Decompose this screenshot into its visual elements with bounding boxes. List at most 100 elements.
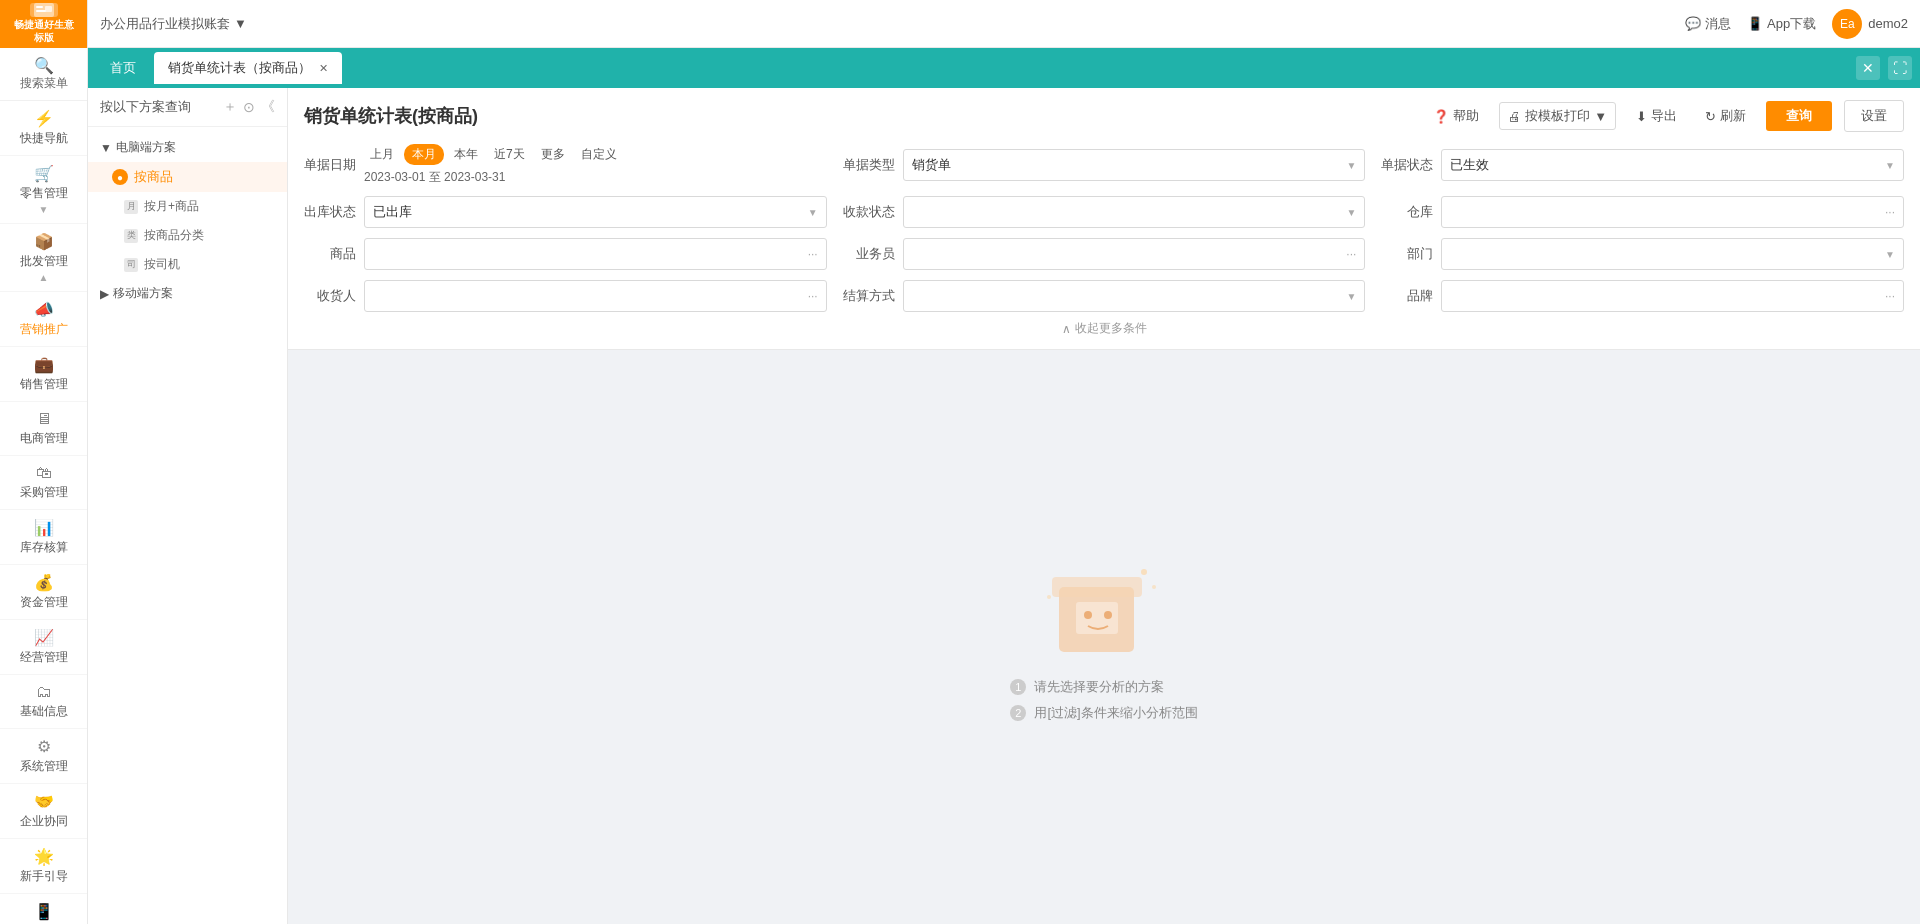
scheme-item-by-goods[interactable]: ● 按商品 (88, 162, 287, 192)
scheme-section: ▼ 电脑端方案 ● 按商品 月 按月+商品 类 按商品分类 司 按司机 (88, 127, 287, 314)
search-label: 搜索菜单 (6, 75, 81, 92)
brand-input[interactable]: ··· (1441, 280, 1904, 312)
outstatus-label: 出库状态 (304, 203, 356, 221)
panel-header-actions: ＋ ⊙ 《 (223, 98, 275, 116)
help-label: 帮助 (1453, 107, 1479, 125)
payment-label: 收款状态 (843, 203, 895, 221)
nav-appcenter[interactable]: 📱 应用中心 (0, 894, 87, 924)
tab-sales-stats[interactable]: 销货单统计表（按商品） ✕ (154, 52, 342, 84)
finance-icon: 💰 (34, 573, 54, 592)
docstatus-select[interactable]: 已生效 ▼ (1441, 149, 1904, 181)
filter-settlement-row: 结算方式 ▼ (843, 280, 1366, 312)
quick-nav-icon: ⚡ (34, 109, 54, 128)
date-tab-current-month[interactable]: 本月 (404, 144, 444, 165)
nav-marketing[interactable]: 📣 营销推广 (0, 292, 87, 347)
scheme-sub-driver[interactable]: 司 按司机 (88, 250, 287, 279)
nav-wholesale[interactable]: 📦 批发管理 ▲ (0, 224, 87, 292)
warehouse-label: 仓库 (1381, 203, 1433, 221)
salesperson-more[interactable]: ··· (1346, 247, 1356, 261)
nav-newbie[interactable]: 🌟 新手引导 (0, 839, 87, 894)
title-actions: ❓ 帮助 🖨 按模板打印 ▼ ⬇ 导出 ↻ (1425, 100, 1904, 132)
export-label: 导出 (1651, 107, 1677, 125)
nav-system[interactable]: ⚙ 系统管理 (0, 729, 87, 784)
brand-more[interactable]: ··· (1885, 289, 1895, 303)
data-area: 1 请先选择要分析的方案 2 用[过滤]条件来缩小分析范围 (288, 350, 1920, 924)
nav-ecommerce[interactable]: 🖥 电商管理 (0, 402, 87, 456)
goods-input[interactable]: ··· (364, 238, 827, 270)
setting-btn[interactable]: 设置 (1844, 100, 1904, 132)
export-btn[interactable]: ⬇ 导出 (1628, 103, 1685, 129)
tab-fullscreen-btn[interactable]: ⛶ (1888, 56, 1912, 80)
goods-more[interactable]: ··· (808, 247, 818, 261)
svg-rect-2 (36, 10, 46, 12)
nav-finance[interactable]: 💰 资金管理 (0, 565, 87, 620)
page-title: 销货单统计表(按商品) (304, 104, 478, 128)
group-mobile[interactable]: ▶ 移动端方案 (88, 279, 287, 308)
nav-newbie-label: 新手引导 (20, 868, 68, 885)
filter-outstatus-row: 出库状态 已出库 ▼ (304, 196, 827, 228)
date-tab-more[interactable]: 更多 (535, 144, 571, 165)
message-icon: 💬 (1685, 16, 1701, 31)
tab-close-window-btn[interactable]: ✕ (1856, 56, 1880, 80)
nav-purchase[interactable]: 🛍 采购管理 (0, 456, 87, 510)
basic-icon: 🗂 (36, 683, 52, 701)
salesperson-input[interactable]: ··· (903, 238, 1366, 270)
nav-stock[interactable]: 📊 库存核算 (0, 510, 87, 565)
scheme-sub-category[interactable]: 类 按商品分类 (88, 221, 287, 250)
industry-selector[interactable]: 办公用品行业模拟账套 ▼ (100, 15, 247, 33)
nav-basic[interactable]: 🗂 基础信息 (0, 675, 87, 729)
hint1-num: 1 (1010, 679, 1026, 695)
hint1-text: 请先选择要分析的方案 (1034, 678, 1164, 696)
nav-retail[interactable]: 🛒 零售管理 ▼ (0, 156, 87, 224)
print-label: 按模板打印 (1525, 107, 1590, 125)
svg-rect-5 (1052, 577, 1142, 597)
nav-quick[interactable]: ⚡ 快捷导航 (0, 101, 87, 156)
nav-enterprise[interactable]: 🤝 企业协同 (0, 784, 87, 839)
tab-sales-stats-label: 销货单统计表（按商品） (168, 59, 311, 77)
doctype-select[interactable]: 销货单 ▼ (903, 149, 1366, 181)
print-btn[interactable]: 🖨 按模板打印 ▼ (1499, 102, 1616, 130)
user-area[interactable]: Ea demo2 (1832, 9, 1908, 39)
retail-icon: 🛒 (34, 164, 54, 183)
docstatus-label: 单据状态 (1381, 156, 1433, 174)
nav-sales[interactable]: 💼 销售管理 (0, 347, 87, 402)
tab-home[interactable]: 首页 (96, 52, 150, 84)
date-tab-7days[interactable]: 近7天 (488, 144, 531, 165)
message-btn[interactable]: 💬 消息 (1685, 15, 1731, 33)
hint2-num: 2 (1010, 705, 1026, 721)
industry-name: 办公用品行业模拟账套 (100, 15, 230, 33)
collapse-panel-icon[interactable]: 《 (261, 98, 275, 116)
refresh-btn[interactable]: ↻ 刷新 (1697, 103, 1754, 129)
date-tab-custom[interactable]: 自定义 (575, 144, 623, 165)
receiver-input[interactable]: ··· (364, 280, 827, 312)
logo-icon (30, 3, 58, 17)
warehouse-input[interactable]: ··· (1441, 196, 1904, 228)
scheme-icon-goods: ● (112, 169, 128, 185)
collapse-more-btn[interactable]: ∧ 收起更多条件 (304, 312, 1904, 337)
tab-close-icon[interactable]: ✕ (319, 62, 328, 75)
date-tab-year[interactable]: 本年 (448, 144, 484, 165)
query-btn[interactable]: 查询 (1766, 101, 1832, 131)
help-btn[interactable]: ❓ 帮助 (1425, 103, 1487, 129)
app-download-btn[interactable]: 📱 App下载 (1747, 15, 1816, 33)
search-menu[interactable]: 🔍 搜索菜单 (0, 48, 87, 101)
nav-ops[interactable]: 📈 经营管理 (0, 620, 87, 675)
scheme-sub-month-goods[interactable]: 月 按月+商品 (88, 192, 287, 221)
settlement-select[interactable]: ▼ (903, 280, 1366, 312)
add-scheme-icon[interactable]: ＋ (223, 98, 237, 116)
app-logo[interactable]: 畅捷通好生意 标版 (0, 0, 87, 48)
svg-point-10 (1152, 585, 1156, 589)
date-tab-last-month[interactable]: 上月 (364, 144, 400, 165)
department-select[interactable]: ▼ (1441, 238, 1904, 270)
group-desktop[interactable]: ▼ 电脑端方案 (88, 133, 287, 162)
industry-arrow: ▼ (234, 16, 247, 31)
close-window-icon: ✕ (1862, 60, 1874, 76)
outstatus-select[interactable]: 已出库 ▼ (364, 196, 827, 228)
settings-scheme-icon[interactable]: ⊙ (243, 99, 255, 115)
header-left: 办公用品行业模拟账套 ▼ (100, 15, 247, 33)
group-mobile-label: 移动端方案 (113, 285, 173, 302)
warehouse-more[interactable]: ··· (1885, 205, 1895, 219)
nav-ops-label: 经营管理 (20, 649, 68, 666)
receiver-more[interactable]: ··· (808, 289, 818, 303)
payment-select[interactable]: ▼ (903, 196, 1366, 228)
